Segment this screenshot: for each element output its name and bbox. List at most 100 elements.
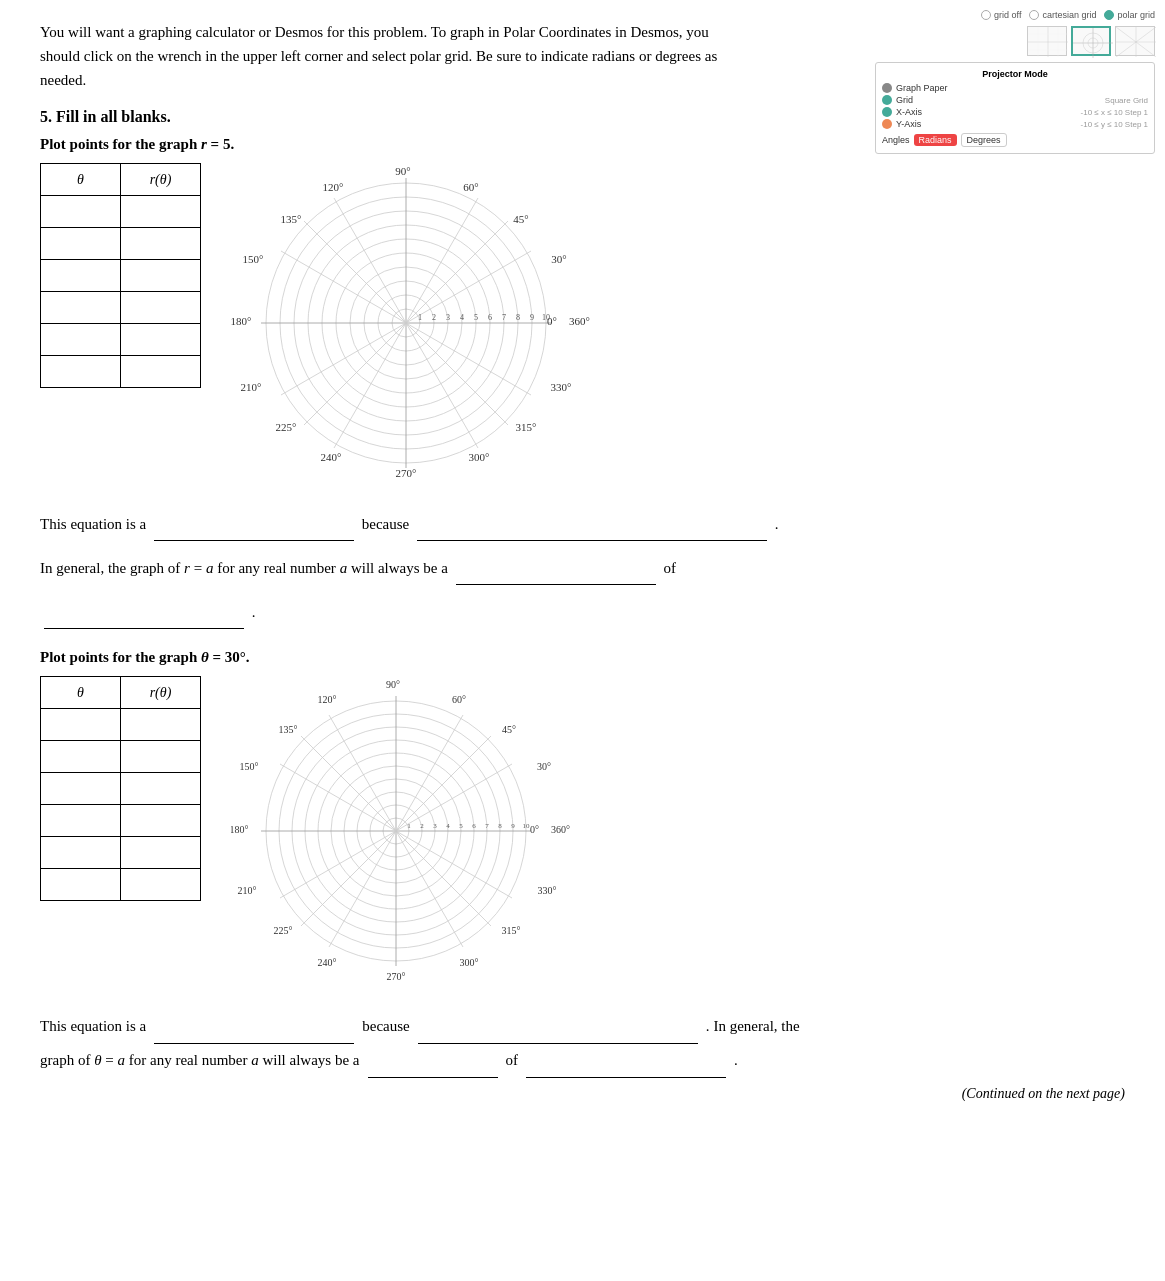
table-row: [41, 805, 201, 837]
polar-radio[interactable]: [1104, 10, 1114, 20]
svg-text:225°: 225°: [276, 421, 297, 433]
table-row: [41, 324, 201, 356]
grid-off-radio[interactable]: [981, 10, 991, 20]
eq2-label: This equation is a: [40, 1010, 146, 1043]
y-axis-label: Y-Axis: [896, 119, 1077, 129]
polar-grid-btn[interactable]: polar grid: [1104, 10, 1155, 20]
y-axis-dot: [882, 119, 892, 129]
graph1-subtitle-text: Plot points for the graph r = 5.: [40, 136, 234, 152]
x-axis-row[interactable]: X-Axis -10 ≤ x ≤ 10 Step 1: [882, 107, 1148, 117]
svg-text:135°: 135°: [281, 213, 302, 225]
blank-because-answer[interactable]: [417, 507, 767, 541]
because-label: because: [362, 516, 409, 532]
table-row: [41, 356, 201, 388]
graph1-fill-line2: In general, the graph of r = a for any r…: [40, 551, 1125, 585]
cell: [121, 196, 201, 228]
graph-paper-dot: [882, 83, 892, 93]
grid-label: Grid: [896, 95, 1101, 105]
table2-header-r: r(θ): [121, 677, 201, 709]
x-axis-range: -10 ≤ x ≤ 10 Step 1: [1081, 108, 1148, 117]
period3: .: [706, 1010, 710, 1043]
grid-thumb-3[interactable]: [1115, 26, 1155, 56]
period: .: [775, 516, 779, 532]
graph1-fill-line1: This equation is a because .: [40, 507, 1125, 541]
svg-text:120°: 120°: [318, 694, 337, 705]
graph-of-label: graph of θ = a for any real number a wil…: [40, 1044, 360, 1077]
svg-text:330°: 330°: [551, 381, 572, 393]
graph-paper-label: Graph Paper: [896, 83, 1148, 93]
cell: [41, 356, 121, 388]
table-row: [41, 869, 201, 901]
graph-paper-section: Graph Paper Grid Square Grid X-Axis -10 …: [882, 83, 1148, 129]
graph1-fill-line3: .: [40, 595, 1125, 629]
table1-header-r: r(θ): [121, 164, 201, 196]
cartesian-grid-btn[interactable]: cartesian grid: [1029, 10, 1096, 20]
cell: [121, 228, 201, 260]
blank-equation-type[interactable]: [154, 507, 354, 541]
blank-gen2-cont[interactable]: [526, 1044, 726, 1078]
table2-header-theta: θ: [41, 677, 121, 709]
svg-text:60°: 60°: [452, 694, 466, 705]
svg-text:225°: 225°: [274, 925, 293, 936]
svg-text:315°: 315°: [502, 925, 521, 936]
svg-text:5: 5: [459, 822, 463, 830]
cell: [41, 773, 121, 805]
cell: [41, 324, 121, 356]
table-row: [41, 260, 201, 292]
svg-text:5: 5: [474, 313, 478, 322]
graph1-table: θ r(θ): [40, 163, 201, 388]
svg-text:330°: 330°: [538, 885, 557, 896]
table-row: [41, 196, 201, 228]
svg-text:30°: 30°: [537, 761, 551, 772]
grid-toggle-row: grid off cartesian grid polar grid: [875, 10, 1155, 20]
cell: [121, 805, 201, 837]
table-row: [41, 292, 201, 324]
grid-row[interactable]: Grid Square Grid: [882, 95, 1148, 105]
svg-text:360°: 360°: [551, 824, 570, 835]
grid-thumb-2[interactable]: [1071, 26, 1111, 56]
table-row: [41, 709, 201, 741]
grid-off-label: grid off: [994, 10, 1021, 20]
table-row: [41, 837, 201, 869]
cell: [121, 869, 201, 901]
cartesian-label: cartesian grid: [1042, 10, 1096, 20]
graph2-fill-row2: graph of θ = a for any real number a wil…: [40, 1044, 1125, 1078]
blank-eq2-type[interactable]: [154, 1010, 354, 1044]
degrees-button[interactable]: Degrees: [961, 133, 1007, 147]
svg-text:315°: 315°: [516, 421, 537, 433]
svg-text:2: 2: [432, 313, 436, 322]
svg-text:180°: 180°: [231, 315, 251, 327]
table-row: [41, 228, 201, 260]
cell: [41, 709, 121, 741]
cell: [121, 837, 201, 869]
svg-text:2: 2: [420, 822, 424, 830]
graph1-content: θ r(θ): [40, 163, 1125, 487]
equation-is-a-label: This equation is a: [40, 516, 146, 532]
svg-text:270°: 270°: [396, 467, 417, 479]
blank-gen2-type[interactable]: [368, 1044, 498, 1078]
grid-thumb-1[interactable]: [1027, 26, 1067, 56]
svg-text:90°: 90°: [395, 165, 410, 177]
grid-off-btn[interactable]: grid off: [981, 10, 1021, 20]
cell: [41, 805, 121, 837]
graph2-fill-row1: This equation is a because . In general,…: [40, 1010, 1125, 1044]
svg-text:135°: 135°: [279, 724, 298, 735]
blank-because2[interactable]: [418, 1010, 698, 1044]
svg-text:8: 8: [498, 822, 502, 830]
svg-text:240°: 240°: [321, 451, 342, 463]
svg-text:6: 6: [472, 822, 476, 830]
y-axis-row[interactable]: Y-Axis -10 ≤ y ≤ 10 Step 1: [882, 119, 1148, 129]
svg-text:240°: 240°: [318, 957, 337, 968]
svg-text:0°: 0°: [547, 315, 557, 327]
svg-text:7: 7: [485, 822, 489, 830]
cell: [121, 260, 201, 292]
blank-general-cont[interactable]: [44, 595, 244, 629]
cell: [121, 356, 201, 388]
polar-chart-1: 1 2 3 4 5 6 7 8 9 10 90° 60° 120° 135° 4…: [231, 163, 651, 487]
cartesian-radio[interactable]: [1029, 10, 1039, 20]
projector-mode-label: Projector Mode: [882, 69, 1148, 79]
radians-button[interactable]: Radians: [914, 134, 957, 146]
svg-text:9: 9: [511, 822, 515, 830]
blank-general-type[interactable]: [456, 551, 656, 585]
graph2-table: θ r(θ): [40, 676, 201, 901]
